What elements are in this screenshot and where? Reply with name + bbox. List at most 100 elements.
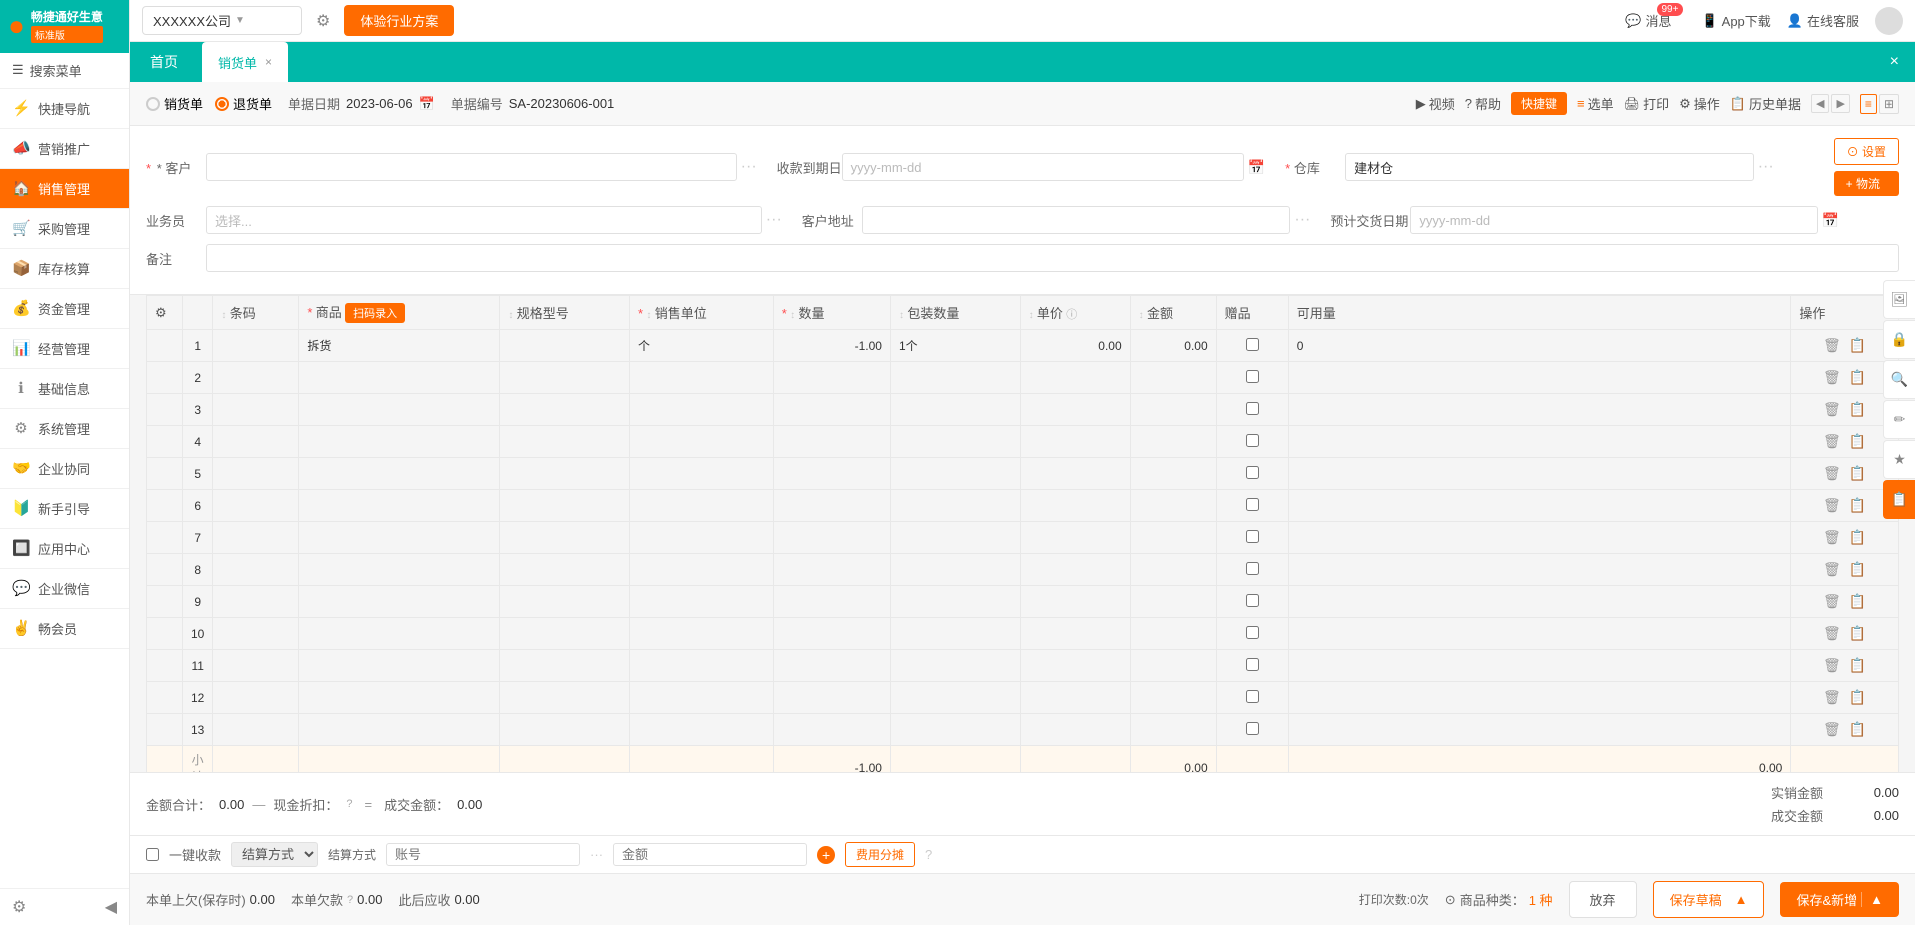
row-goods-3[interactable] [299, 426, 500, 458]
row-goods-11[interactable] [299, 682, 500, 714]
row-qty-5[interactable] [773, 490, 890, 522]
message-button[interactable]: 💬 消息 99+ [1625, 11, 1671, 30]
row-gift-11[interactable] [1216, 682, 1288, 714]
tab-close-icon[interactable]: × [265, 55, 272, 69]
row-unit-10[interactable] [630, 650, 774, 682]
row-spec-6[interactable] [500, 522, 630, 554]
row-spec-12[interactable] [500, 714, 630, 746]
list-view-icon[interactable]: ≡ [1860, 94, 1877, 114]
row-gift-3[interactable] [1216, 426, 1288, 458]
right-panel-table-btn[interactable]: 📋 [1883, 480, 1915, 519]
receive-date-calendar-icon[interactable]: 📅 [1248, 159, 1265, 176]
expense-split-button[interactable]: 费用分摊 [845, 842, 915, 867]
row-spec-4[interactable] [500, 458, 630, 490]
row-amount-11[interactable] [1130, 682, 1216, 714]
delete-icon-1[interactable]: 🗑 [1821, 367, 1843, 388]
row-pkg-qty-12[interactable] [890, 714, 1020, 746]
row-pkg-qty-8[interactable] [890, 586, 1020, 618]
row-unit-price-11[interactable] [1020, 682, 1130, 714]
operate-button[interactable]: ⚙ 操作 [1679, 94, 1720, 113]
salesperson-more-icon[interactable]: ··· [766, 211, 782, 229]
row-barcode-6[interactable] [213, 522, 299, 554]
topbar-settings-icon[interactable]: ⚙ [312, 7, 334, 35]
row-pkg-qty-3[interactable] [890, 426, 1020, 458]
delete-icon-3[interactable]: 🗑 [1821, 431, 1843, 452]
calendar-icon[interactable]: 📅 [419, 96, 435, 112]
row-gift-8[interactable] [1216, 586, 1288, 618]
sidebar-header[interactable]: ● 畅捷通好生意 标准版 [0, 0, 129, 53]
row-goods-6[interactable] [299, 522, 500, 554]
copy-icon-7[interactable]: 📋 [1847, 559, 1868, 580]
customer-more-icon[interactable]: ··· [741, 158, 757, 176]
row-gift-5[interactable] [1216, 490, 1288, 522]
row-spec-10[interactable] [500, 650, 630, 682]
row-spec-0[interactable] [500, 330, 630, 362]
row-unit-6[interactable] [630, 522, 774, 554]
row-qty-0[interactable]: -1.00 [773, 330, 890, 362]
delete-icon-6[interactable]: 🗑 [1821, 527, 1843, 548]
sidebar-item-wechat[interactable]: 💬 企业微信 [0, 569, 129, 609]
num-value[interactable]: SA-20230606-001 [509, 96, 615, 111]
row-goods-7[interactable] [299, 554, 500, 586]
row-qty-2[interactable] [773, 394, 890, 426]
row-unit-price-3[interactable] [1020, 426, 1130, 458]
row-pkg-qty-11[interactable] [890, 682, 1020, 714]
row-unit-price-12[interactable] [1020, 714, 1130, 746]
remark-input[interactable] [206, 244, 1899, 272]
row-barcode-2[interactable] [213, 394, 299, 426]
row-unit-1[interactable] [630, 362, 774, 394]
row-qty-4[interactable] [773, 458, 890, 490]
collapse-icon[interactable]: ◀ [105, 897, 117, 917]
copy-icon-10[interactable]: 📋 [1847, 655, 1868, 676]
row-amount-3[interactable] [1130, 426, 1216, 458]
copy-icon-9[interactable]: 📋 [1847, 623, 1868, 644]
row-gift-10[interactable] [1216, 650, 1288, 682]
row-barcode-11[interactable] [213, 682, 299, 714]
row-qty-12[interactable] [773, 714, 890, 746]
row-barcode-0[interactable] [213, 330, 299, 362]
row-goods-5[interactable] [299, 490, 500, 522]
sidebar-item-quick-nav[interactable]: ⚡ 快捷导航 [0, 89, 129, 129]
trial-button[interactable]: 体验行业方案 [344, 5, 454, 36]
user-avatar[interactable] [1875, 7, 1903, 35]
delete-icon-0[interactable]: 🗑 [1821, 335, 1843, 356]
delete-icon-4[interactable]: 🗑 [1821, 463, 1843, 484]
row-goods-0[interactable]: 拆货 [299, 330, 500, 362]
row-pkg-qty-2[interactable] [890, 394, 1020, 426]
row-qty-7[interactable] [773, 554, 890, 586]
sidebar-item-operations[interactable]: 📊 经营管理 [0, 329, 129, 369]
row-amount-4[interactable] [1130, 458, 1216, 490]
row-barcode-4[interactable] [213, 458, 299, 490]
logistics-button[interactable]: + 物流 [1834, 171, 1899, 196]
sidebar-item-basic[interactable]: ℹ 基础信息 [0, 369, 129, 409]
row-pkg-qty-7[interactable] [890, 554, 1020, 586]
row-pkg-qty-4[interactable] [890, 458, 1020, 490]
delete-icon-7[interactable]: 🗑 [1821, 559, 1843, 580]
row-amount-8[interactable] [1130, 586, 1216, 618]
row-pkg-qty-10[interactable] [890, 650, 1020, 682]
gear-icon-btn[interactable]: ⚙ [155, 305, 167, 320]
sidebar-item-guide[interactable]: 🔰 新手引导 [0, 489, 129, 529]
date-value[interactable]: 2023-06-06 [346, 96, 413, 111]
row-unit-4[interactable] [630, 458, 774, 490]
row-unit-price-9[interactable] [1020, 618, 1130, 650]
abandon-button[interactable]: 放弃 [1569, 881, 1637, 918]
row-unit-price-0[interactable]: 0.00 [1020, 330, 1130, 362]
delete-icon-2[interactable]: 🗑 [1821, 399, 1843, 420]
customer-input[interactable] [206, 153, 737, 181]
row-unit-8[interactable] [630, 586, 774, 618]
row-qty-3[interactable] [773, 426, 890, 458]
app-download-button[interactable]: 📱 App下载 [1701, 11, 1770, 30]
copy-icon-5[interactable]: 📋 [1847, 495, 1868, 516]
row-gift-9[interactable] [1216, 618, 1288, 650]
row-barcode-1[interactable] [213, 362, 299, 394]
print-button[interactable]: 🖨 打印 [1624, 94, 1670, 113]
receive-date-input[interactable]: yyyy-mm-dd [842, 153, 1244, 181]
row-pkg-qty-0[interactable]: 1个 [890, 330, 1020, 362]
row-barcode-8[interactable] [213, 586, 299, 618]
row-barcode-12[interactable] [213, 714, 299, 746]
row-gift-1[interactable] [1216, 362, 1288, 394]
sidebar-item-app-center[interactable]: 🔲 应用中心 [0, 529, 129, 569]
row-amount-9[interactable] [1130, 618, 1216, 650]
copy-icon-0[interactable]: 📋 [1847, 335, 1868, 356]
